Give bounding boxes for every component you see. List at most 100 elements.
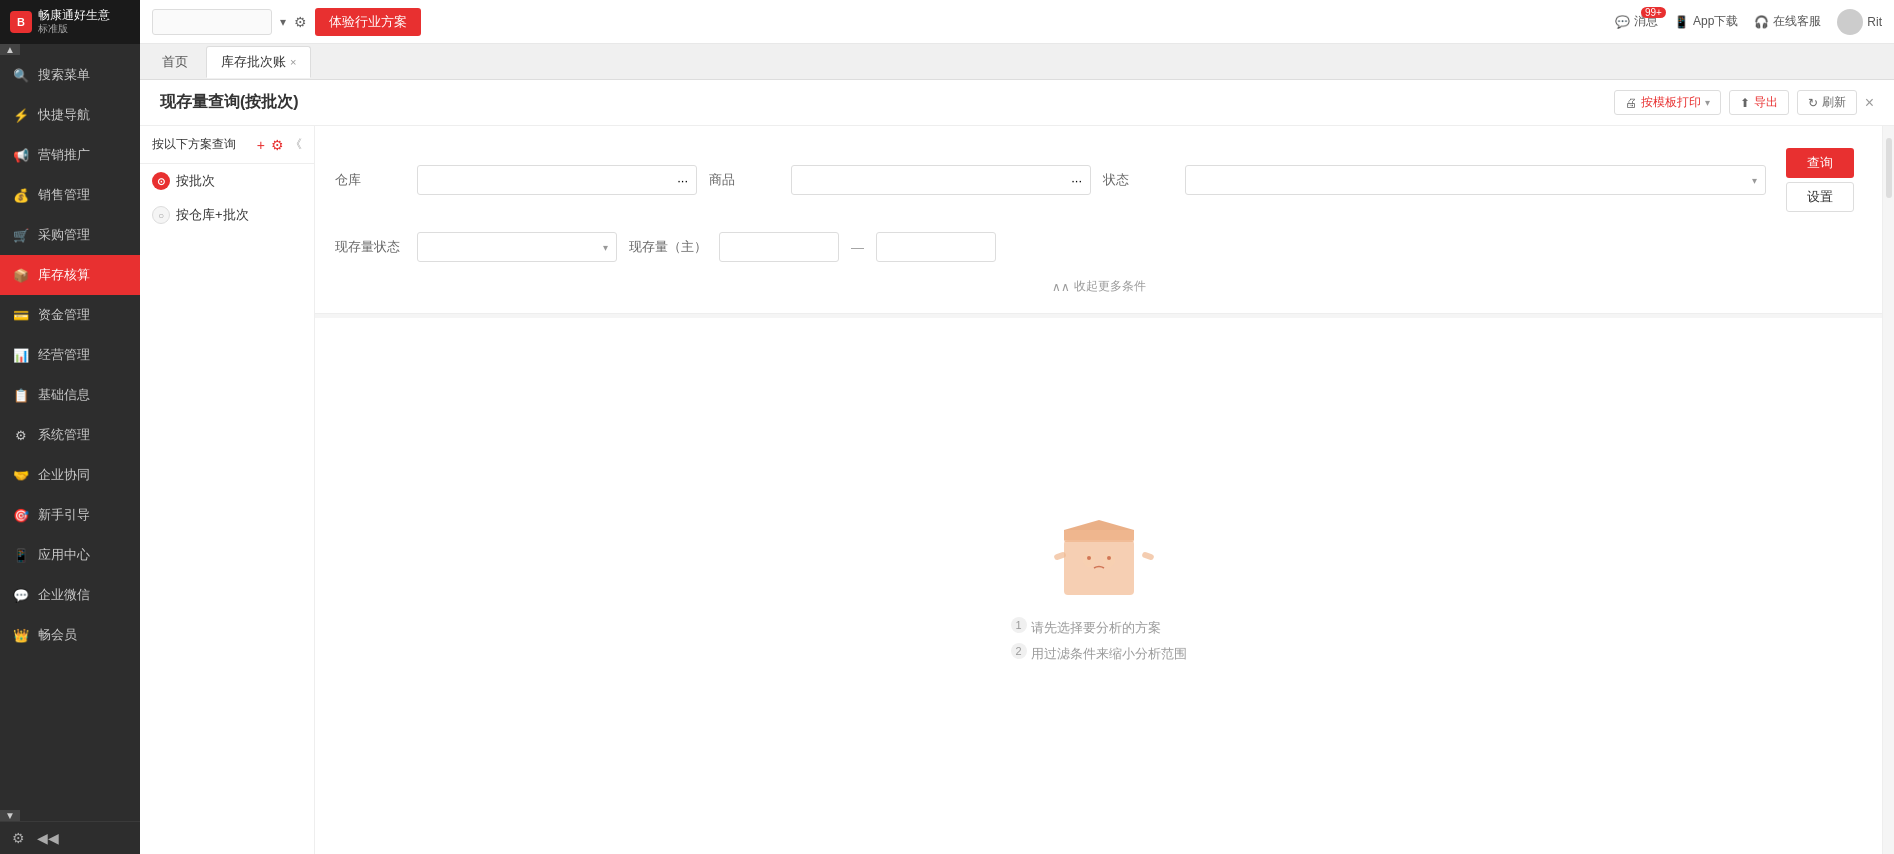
- collapse-more-btn[interactable]: ∧∧ 收起更多条件: [335, 272, 1862, 301]
- refresh-btn[interactable]: ↻ 刷新: [1797, 90, 1857, 115]
- content-area: 按以下方案查询 + ⚙ 《 ⊙ 按批次 ○ 按仓库+批次: [140, 126, 1894, 854]
- sidebar-item-finance[interactable]: 💳 资金管理: [0, 295, 140, 335]
- experience-btn[interactable]: 体验行业方案: [315, 8, 421, 36]
- plan-item-warehouse-batch[interactable]: ○ 按仓库+批次: [140, 198, 314, 232]
- messages-badge: 99+: [1641, 7, 1666, 18]
- step1-text: 请先选择要分析的方案: [1031, 615, 1161, 641]
- plan-settings-icon[interactable]: ⚙: [271, 137, 284, 153]
- app-subtitle: 标准版: [38, 22, 110, 36]
- svg-point-7: [1107, 556, 1111, 560]
- avatar: [1837, 9, 1863, 35]
- stock-qty-max-input[interactable]: [876, 232, 996, 262]
- messages-group[interactable]: 💬 消息 99+: [1615, 13, 1658, 30]
- plan-icon-inactive: ○: [152, 206, 170, 224]
- svg-rect-9: [1141, 551, 1154, 561]
- app-download-group[interactable]: 📱 App下载: [1674, 13, 1738, 30]
- close-panel-btn[interactable]: ×: [1865, 94, 1874, 112]
- online-service-label: 在线客服: [1773, 13, 1821, 30]
- step2-text: 用过滤条件来缩小分析范围: [1031, 641, 1187, 667]
- sidebar-item-marketing[interactable]: 📢 营销推广: [0, 135, 140, 175]
- stock-status-label: 现存量状态: [335, 238, 405, 256]
- stock-qty-divider: —: [851, 240, 864, 255]
- gear-icon[interactable]: ⚙: [12, 830, 25, 846]
- online-service-group[interactable]: 🎧 在线客服: [1754, 13, 1821, 30]
- scroll-down-button[interactable]: ▼: [0, 810, 20, 821]
- page-title: 现存量查询(按批次): [160, 92, 299, 113]
- enterprise-icon: 🤝: [12, 466, 30, 484]
- stock-qty-min-input[interactable]: [719, 232, 839, 262]
- sidebar-item-enterprise[interactable]: 🤝 企业协同: [0, 455, 140, 495]
- left-panel: 按以下方案查询 + ⚙ 《 ⊙ 按批次 ○ 按仓库+批次: [140, 126, 315, 854]
- app-logo: B: [10, 11, 32, 33]
- filter-area: 仓库 ··· 商品 ··· 状态 ▾: [315, 126, 1882, 314]
- add-plan-icon[interactable]: +: [257, 137, 265, 153]
- sidebar-item-label: 快捷导航: [38, 106, 90, 124]
- right-panel: 仓库 ··· 商品 ··· 状态 ▾: [315, 126, 1882, 854]
- phone-icon: 📱: [1674, 15, 1689, 29]
- topbar: ▾ ⚙ 体验行业方案 💬 消息 99+ 📱 App下载 🎧 在线客服 Rit: [140, 0, 1894, 44]
- print-btn[interactable]: 🖨 按模板打印 ▾: [1614, 90, 1721, 115]
- warehouse-more-icon[interactable]: ···: [677, 173, 688, 188]
- query-button[interactable]: 查询: [1786, 148, 1854, 178]
- refresh-icon: ↻: [1808, 96, 1818, 110]
- export-btn[interactable]: ⬆ 导出: [1729, 90, 1789, 115]
- stock-status-select[interactable]: ▾: [417, 232, 617, 262]
- sidebar-header: B 畅康通好生意 标准版: [0, 0, 140, 44]
- sidebar-item-newguide[interactable]: 🎯 新手引导: [0, 495, 140, 535]
- sidebar: B 畅康通好生意 标准版 ▲ 🔍 搜索菜单 ⚡ 快捷导航 📢 营销推广 💰 销售…: [0, 0, 140, 854]
- marketing-icon: 📢: [12, 146, 30, 164]
- sidebar-item-search[interactable]: 🔍 搜索菜单: [0, 55, 140, 95]
- wechat-icon: 💬: [12, 586, 30, 604]
- sidebar-item-member[interactable]: 👑 畅会员: [0, 615, 140, 655]
- left-panel-header: 按以下方案查询 + ⚙ 《: [140, 126, 314, 164]
- sidebar-item-base[interactable]: 📋 基础信息: [0, 375, 140, 415]
- search-input[interactable]: [152, 9, 272, 35]
- empty-illustration: [1049, 505, 1149, 595]
- sidebar-item-quicknav[interactable]: ⚡ 快捷导航: [0, 95, 140, 135]
- message-icon: 💬: [1615, 15, 1630, 29]
- sidebar-nav: 🔍 搜索菜单 ⚡ 快捷导航 📢 营销推广 💰 销售管理 🛒 采购管理 📦 库存核…: [0, 55, 140, 810]
- scroll-handle[interactable]: [1886, 138, 1892, 198]
- tab-inventory-batch[interactable]: 库存批次账 ×: [206, 46, 311, 78]
- print-btn-label: 按模板打印: [1641, 94, 1701, 111]
- base-icon: 📋: [12, 386, 30, 404]
- warehouse-filter-input[interactable]: ···: [417, 165, 697, 195]
- action-buttons: 查询 设置: [1778, 138, 1862, 222]
- product-filter-input[interactable]: ···: [791, 165, 1091, 195]
- newguide-icon: 🎯: [12, 506, 30, 524]
- plan-item-batch[interactable]: ⊙ 按批次: [140, 164, 314, 198]
- stock-status-chevron-icon: ▾: [603, 242, 608, 253]
- tab-bar: 首页 库存批次账 ×: [140, 44, 1894, 80]
- right-scrollbar[interactable]: [1882, 126, 1894, 854]
- left-panel-actions: + ⚙ 《: [257, 136, 302, 153]
- sidebar-item-label: 采购管理: [38, 226, 90, 244]
- refresh-btn-label: 刷新: [1822, 94, 1846, 111]
- headset-icon: 🎧: [1754, 15, 1769, 29]
- sidebar-item-purchase[interactable]: 🛒 采购管理: [0, 215, 140, 255]
- collapse-panel-icon[interactable]: 《: [290, 136, 302, 153]
- svg-rect-0: [1064, 540, 1134, 595]
- settings-icon[interactable]: ⚙: [294, 14, 307, 30]
- dropdown-icon[interactable]: ▾: [280, 15, 286, 29]
- printer-icon: 🖨: [1625, 96, 1637, 110]
- filter-settings-button[interactable]: 设置: [1786, 182, 1854, 212]
- sidebar-item-sales[interactable]: 💰 销售管理: [0, 175, 140, 215]
- sidebar-item-inventory[interactable]: 📦 库存核算: [0, 255, 140, 295]
- product-more-icon[interactable]: ···: [1071, 173, 1082, 188]
- user-group[interactable]: Rit: [1837, 9, 1882, 35]
- app-info: 畅康通好生意 标准版: [38, 8, 110, 36]
- sidebar-item-label: 营销推广: [38, 146, 90, 164]
- sidebar-item-operations[interactable]: 📊 经营管理: [0, 335, 140, 375]
- empty-svg-icon: [1049, 505, 1159, 605]
- tab-home[interactable]: 首页: [148, 47, 202, 77]
- sidebar-item-system[interactable]: ⚙ 系统管理: [0, 415, 140, 455]
- search-icon: 🔍: [12, 66, 30, 84]
- collapse-sidebar-icon[interactable]: ◀◀: [37, 830, 59, 846]
- tab-home-label: 首页: [162, 53, 188, 71]
- sidebar-item-wechat[interactable]: 💬 企业微信: [0, 575, 140, 615]
- sidebar-item-appcenter[interactable]: 📱 应用中心: [0, 535, 140, 575]
- plan-label-batch: 按批次: [176, 172, 215, 190]
- tab-close-icon[interactable]: ×: [290, 56, 296, 68]
- scroll-up-button[interactable]: ▲: [0, 44, 20, 55]
- status-filter-select[interactable]: ▾: [1185, 165, 1766, 195]
